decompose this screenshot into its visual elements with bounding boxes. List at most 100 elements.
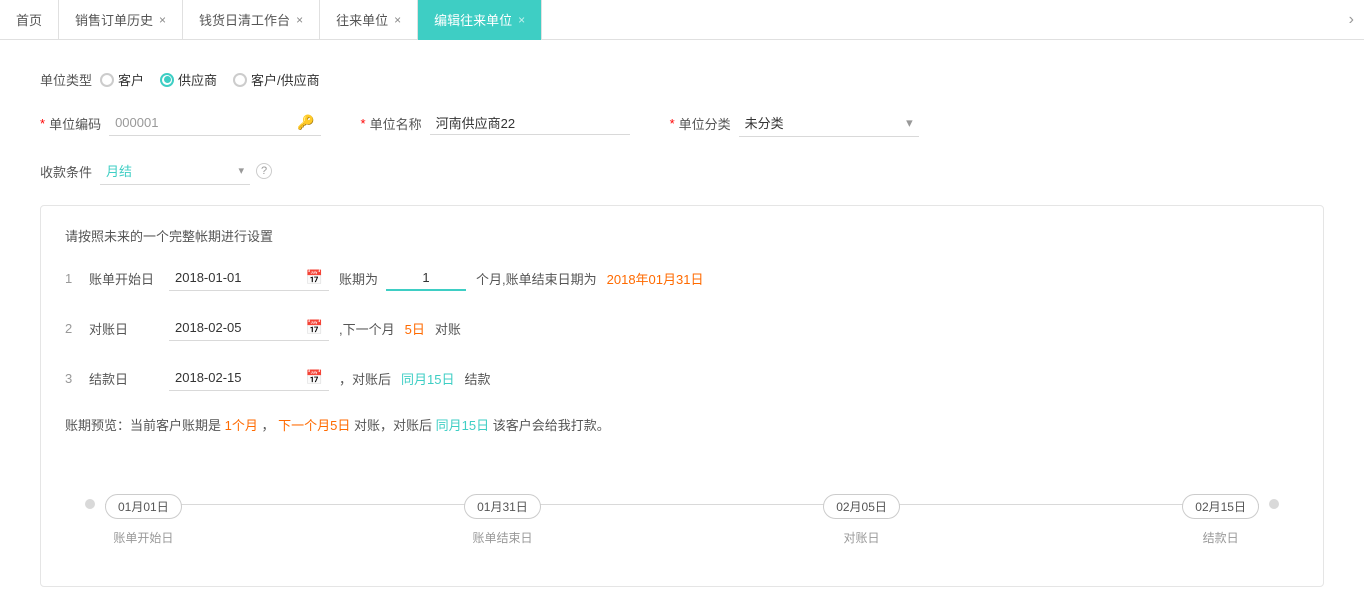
radio-customer-supplier-circle <box>233 73 247 87</box>
timeline-item-3: 02月05日 对账日 <box>823 494 900 546</box>
payment-terms-help-icon[interactable]: ? <box>256 163 272 179</box>
tab-cash-work-label: 钱货日清工作台 <box>199 10 290 29</box>
reconciliation-desc-prefix: ,下一个月 <box>339 319 395 338</box>
unit-name-label: 单位名称 <box>370 114 422 133</box>
billing-period-section: 请按照未来的一个完整帐期进行设置 1 账单开始日 📅 账期为 个月,账单结束日期… <box>40 205 1324 587</box>
tab-contacts[interactable]: 往来单位 × <box>320 0 418 40</box>
reconciliation-date-wrap: 📅 <box>169 315 329 341</box>
unit-code-icon[interactable]: 🔑 <box>297 114 314 131</box>
unit-type-row: 单位类型 客户 供应商 客户/供应商 <box>40 70 1324 89</box>
radio-supplier[interactable]: 供应商 <box>160 70 217 89</box>
billing-start-calendar-icon[interactable]: 📅 <box>306 269 323 286</box>
row3-label: 结款日 <box>89 369 169 388</box>
tabs-bar: 首页 销售订单历史 × 钱货日清工作台 × 往来单位 × 编辑往来单位 × › <box>0 0 1364 40</box>
row1-label: 账单开始日 <box>89 269 169 288</box>
tab-sales-history-close[interactable]: × <box>159 13 166 27</box>
timeline-date-1: 01月01日 <box>105 494 182 519</box>
radio-customer-supplier-label: 客户/供应商 <box>251 70 320 89</box>
radio-customer-label: 客户 <box>118 70 144 89</box>
radio-customer-circle <box>100 73 114 87</box>
timeline-wrap: 01月01日 账单开始日 01月31日 账单结束日 02月05日 对账日 02月… <box>65 474 1299 566</box>
tab-home[interactable]: 首页 <box>0 0 59 40</box>
preview-mid: 对账，对账后 <box>354 418 432 433</box>
payment-terms-arrow-icon: ▾ <box>238 164 244 177</box>
preview-text: 账期预览：当前客户账期是 1个月 ， 下一个月5日 对账，对账后 同月15日 该… <box>65 415 1299 454</box>
row3-num: 3 <box>65 371 89 386</box>
tab-home-label: 首页 <box>16 10 42 29</box>
tab-edit-contact[interactable]: 编辑往来单位 × <box>418 0 542 40</box>
reconciliation-desc-suffix: 对账 <box>435 319 461 338</box>
timeline-label-1: 账单开始日 <box>113 529 173 546</box>
radio-supplier-circle <box>160 73 174 87</box>
billing-period-desc-middle: 个月,账单结束日期为 <box>476 269 597 288</box>
section-title: 请按照未来的一个完整帐期进行设置 <box>65 226 1299 245</box>
payment-desc-prefix: ，对账后 <box>339 369 391 388</box>
payment-terms-group: 收款条件 月结 ▾ ? <box>40 157 272 185</box>
row1-num: 1 <box>65 271 89 286</box>
unit-category-select[interactable]: 未分类 ▾ <box>739 109 919 137</box>
unit-category-group: * 单位分类 未分类 ▾ <box>670 109 919 137</box>
billing-period-desc-prefix: 账期为 <box>339 269 378 288</box>
unit-type-label: 单位类型 <box>40 70 92 89</box>
payment-date-wrap: 📅 <box>169 365 329 391</box>
payment-terms-row: 收款条件 月结 ▾ ? <box>40 157 1324 185</box>
billing-start-date-input[interactable] <box>175 270 300 285</box>
preview-payment-date: 同月15日 <box>436 418 489 433</box>
payment-row: 3 结款日 📅 ，对账后 同月15日 结款 <box>65 365 1299 391</box>
timeline-date-4: 02月15日 <box>1182 494 1259 519</box>
unit-details-row: * 单位编码 🔑 * 单位名称 * 单位分类 未分类 ▾ <box>40 109 1324 137</box>
tab-more-button[interactable]: › <box>1339 0 1364 40</box>
payment-date-input[interactable] <box>175 370 300 385</box>
timeline-item-2: 01月31日 账单结束日 <box>464 494 541 546</box>
unit-name-input[interactable] <box>430 111 630 135</box>
unit-type-radio-group: 客户 供应商 客户/供应商 <box>100 70 320 89</box>
tab-sales-history[interactable]: 销售订单历史 × <box>59 0 183 40</box>
billing-end-date-display: 2018年01月31日 <box>607 269 704 288</box>
preview-end: 该客户会给我打款。 <box>493 418 610 433</box>
reconciliation-date-input[interactable] <box>175 320 300 335</box>
timeline-item-4: 02月15日 结款日 <box>1182 494 1259 546</box>
payment-teal-day: 同月15日 <box>401 369 454 388</box>
payment-terms-select[interactable]: 月结 ▾ <box>100 157 250 185</box>
radio-customer-supplier[interactable]: 客户/供应商 <box>233 70 320 89</box>
unit-category-value: 未分类 <box>745 113 784 132</box>
billing-start-date-wrap: 📅 <box>169 265 329 291</box>
tab-contacts-close[interactable]: × <box>394 13 401 27</box>
preview-sep1: ， <box>262 418 275 433</box>
radio-supplier-label: 供应商 <box>178 70 217 89</box>
unit-code-group: * 单位编码 🔑 <box>40 110 321 136</box>
unit-name-group: * 单位名称 <box>361 111 630 135</box>
unit-type-group: 单位类型 客户 供应商 客户/供应商 <box>40 70 320 89</box>
timeline-label-3: 对账日 <box>844 529 880 546</box>
unit-category-required: * <box>670 116 675 131</box>
timeline-date-3: 02月05日 <box>823 494 900 519</box>
reconciliation-row: 2 对账日 📅 ,下一个月 5日 对账 <box>65 315 1299 341</box>
unit-code-input-wrap: 🔑 <box>109 110 320 136</box>
timeline-item-1: 01月01日 账单开始日 <box>105 494 182 546</box>
radio-customer[interactable]: 客户 <box>100 70 144 89</box>
tab-edit-contact-close[interactable]: × <box>518 13 525 27</box>
payment-terms-value: 月结 <box>106 161 238 180</box>
payment-calendar-icon[interactable]: 📅 <box>306 369 323 386</box>
tab-cash-work-close[interactable]: × <box>296 13 303 27</box>
tab-cash-work[interactable]: 钱货日清工作台 × <box>183 0 320 40</box>
reconciliation-calendar-icon[interactable]: 📅 <box>306 319 323 336</box>
tab-contacts-label: 往来单位 <box>336 10 388 29</box>
unit-code-input[interactable] <box>115 115 291 130</box>
payment-desc-suffix: 结款 <box>464 369 490 388</box>
tab-edit-contact-label: 编辑往来单位 <box>434 10 512 29</box>
tab-sales-history-label: 销售订单历史 <box>75 10 153 29</box>
preview-reconcile-date: 下一个月5日 <box>278 418 350 433</box>
row2-label: 对账日 <box>89 319 169 338</box>
unit-code-label: 单位编码 <box>49 114 101 133</box>
billing-start-row: 1 账单开始日 📅 账期为 个月,账单结束日期为 2018年01月31日 <box>65 265 1299 291</box>
month-period-input[interactable] <box>392 270 460 285</box>
payment-terms-label: 收款条件 <box>40 162 92 181</box>
timeline-label-2: 账单结束日 <box>472 529 532 546</box>
month-input-wrap <box>386 266 466 291</box>
unit-name-required: * <box>361 116 366 131</box>
timeline-items: 01月01日 账单开始日 01月31日 账单结束日 02月05日 对账日 02月… <box>65 494 1299 546</box>
preview-label: 账期预览：当前客户账期是 <box>65 418 221 433</box>
unit-code-required: * <box>40 116 45 131</box>
reconciliation-orange-day: 5日 <box>405 319 425 338</box>
